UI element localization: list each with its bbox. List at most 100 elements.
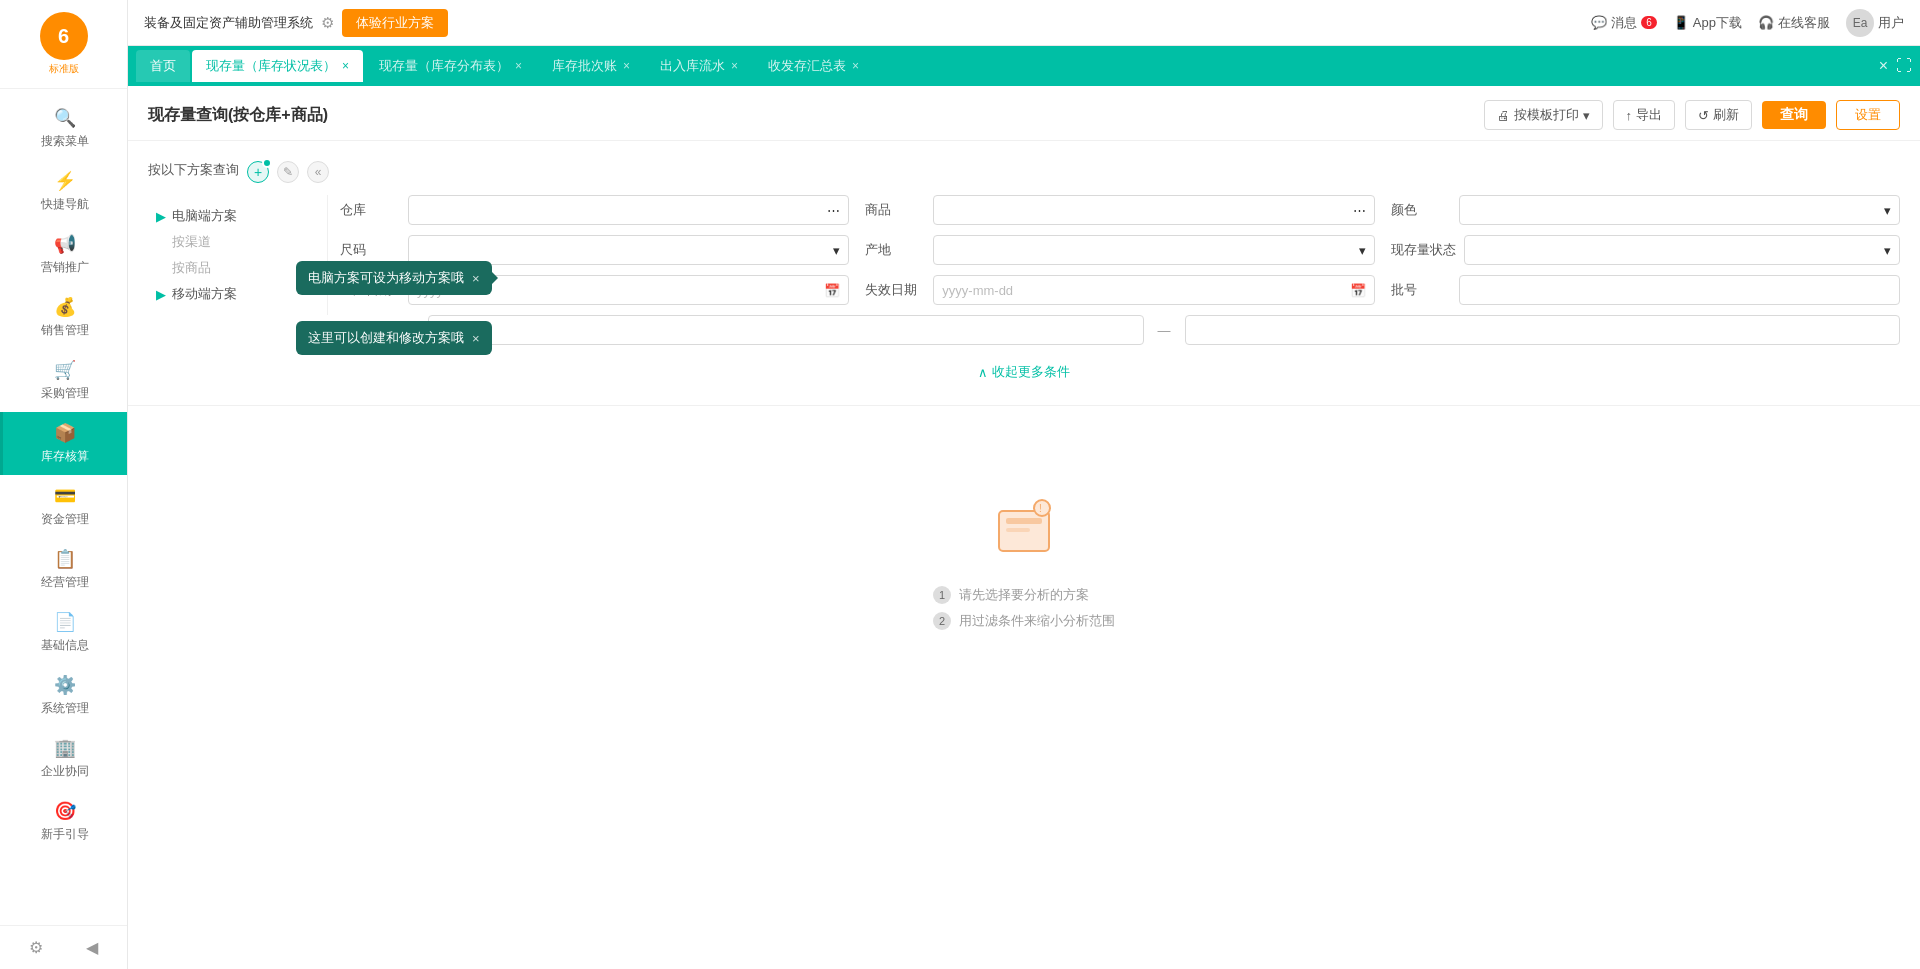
collapse-sidebar-icon[interactable]: ◀ (86, 938, 98, 957)
headset-icon: 🎧 (1758, 15, 1774, 30)
inventory-status-select[interactable]: ▾ (1464, 235, 1900, 265)
batch-input[interactable] (1459, 275, 1900, 305)
color-select[interactable]: ▾ (1459, 195, 1900, 225)
system-name: 装备及固定资产辅助管理系统 (144, 14, 313, 32)
empty-tip-1: 1 请先选择要分析的方案 (933, 586, 1115, 604)
scheme-dot-indicator (262, 158, 272, 168)
svg-rect-2 (1006, 528, 1030, 532)
sidebar-item-sales[interactable]: 💰销售管理 (0, 286, 127, 349)
enterprise-icon: 🏢 (54, 737, 76, 759)
empty-tip-2: 2 用过滤条件来缩小分析范围 (933, 612, 1115, 630)
goods-select[interactable]: ⋯ (933, 195, 1374, 225)
search-button[interactable]: 查询 (1762, 101, 1826, 129)
sidebar-bottom: ⚙ ◀ (0, 925, 127, 969)
sidebar-item-marketing[interactable]: 📢营销推广 (0, 223, 127, 286)
sidebar-item-guide[interactable]: 🎯新手引导 (0, 790, 127, 853)
tab-close-flow[interactable]: × (731, 59, 738, 73)
sidebar-item-purchase[interactable]: 🛒采购管理 (0, 349, 127, 412)
settings-icon[interactable]: ⚙ (29, 938, 43, 957)
empty-illustration: ! (984, 486, 1064, 566)
tab-inventory-dist[interactable]: 现存量（库存分布表） × (365, 50, 536, 82)
inventory-main-max-input[interactable] (1185, 315, 1901, 345)
origin-select[interactable]: ▾ (933, 235, 1374, 265)
scheme-sub-item-pc-1[interactable]: 按渠道 (172, 229, 319, 255)
expand-icon-mobile: ▶ (156, 287, 166, 302)
page-actions: 🖨 按模板打印 ▾ ↑ 导出 ↺ 刷新 查询 设置 (1484, 100, 1901, 130)
tabs-bar: 首页 现存量（库存状况表） × 现存量（库存分布表） × 库存批次账 × 出入库… (128, 46, 1920, 86)
tabs-right-controls: × ⛶ (1879, 57, 1912, 75)
scheme-tree-panel: ▶ 电脑端方案 按渠道 按商品 ▶ 移动端方案 (148, 195, 328, 315)
sidebar: 6 标准版 🔍搜索菜单⚡快捷导航📢营销推广💰销售管理🛒采购管理📦库存核算💳资金管… (0, 0, 128, 969)
sidebar-item-quick-nav[interactable]: ⚡快捷导航 (0, 160, 127, 223)
edit-scheme-button[interactable]: ✎ (277, 161, 299, 183)
tab-close-inventory-status[interactable]: × (342, 59, 349, 73)
batch-label: 批号 (1391, 281, 1451, 299)
calendar-icon[interactable]: 📅 (824, 283, 840, 298)
filter-origin: 产地 ▾ (865, 235, 1374, 265)
refresh-button[interactable]: ↺ 刷新 (1685, 100, 1752, 130)
guide-icon: 🎯 (54, 800, 76, 822)
sidebar-item-operations[interactable]: 📋经营管理 (0, 538, 127, 601)
sidebar-item-inventory[interactable]: 📦库存核算 (0, 412, 127, 475)
tab-close-batch[interactable]: × (623, 59, 630, 73)
page-title: 现存量查询(按仓库+商品) (148, 105, 328, 126)
user-button[interactable]: Ea 用户 (1846, 9, 1904, 37)
refresh-icon: ↺ (1698, 108, 1709, 123)
expire-date-input[interactable]: yyyy-mm-dd 📅 (933, 275, 1374, 305)
purchase-icon: 🛒 (54, 359, 76, 381)
sidebar-item-search[interactable]: 🔍搜索菜单 (0, 97, 127, 160)
tooltip-close-1[interactable]: × (472, 271, 480, 286)
sidebar-item-basic[interactable]: 📄基础信息 (0, 601, 127, 664)
export-button[interactable]: ↑ 导出 (1613, 100, 1676, 130)
collapse-conditions-button[interactable]: ∧ 收起更多条件 (148, 355, 1900, 389)
size-label: 尺码 (340, 241, 400, 259)
tab-home[interactable]: 首页 (136, 50, 190, 82)
export-icon: ↑ (1626, 108, 1633, 123)
quick-nav-icon: ⚡ (54, 170, 76, 192)
tab-receive-send[interactable]: 收发存汇总表 × (754, 50, 873, 82)
tip-number-2: 2 (933, 612, 951, 630)
svg-text:!: ! (1039, 503, 1042, 514)
tab-inventory-status[interactable]: 现存量（库存状况表） × (192, 50, 363, 82)
close-all-tabs-icon[interactable]: × (1879, 57, 1888, 75)
scheme-item-pc[interactable]: ▶ 电脑端方案 (156, 203, 319, 229)
sidebar-logo: 6 标准版 (0, 0, 127, 89)
fullscreen-icon[interactable]: ⛶ (1896, 57, 1912, 75)
trial-button[interactable]: 体验行业方案 (342, 9, 448, 37)
sidebar-item-enterprise[interactable]: 🏢企业协同 (0, 727, 127, 790)
sidebar-nav: 🔍搜索菜单⚡快捷导航📢营销推广💰销售管理🛒采购管理📦库存核算💳资金管理📋经营管理… (0, 89, 127, 925)
app-download-button[interactable]: 📱 App下载 (1673, 14, 1742, 32)
header-left: 装备及固定资产辅助管理系统 ⚙ 体验行业方案 (144, 9, 448, 37)
header: 装备及固定资产辅助管理系统 ⚙ 体验行业方案 💬 消息 6 📱 App下载 🎧 … (128, 0, 1920, 46)
warehouse-select[interactable]: ⋯ (408, 195, 849, 225)
tab-close-inventory-dist[interactable]: × (515, 59, 522, 73)
inventory-main-min-input[interactable] (428, 315, 1144, 345)
filter-expire-date: 失效日期 yyyy-mm-dd 📅 (865, 275, 1374, 305)
filter-color: 颜色 ▾ (1391, 195, 1900, 225)
tab-batch[interactable]: 库存批次账 × (538, 50, 644, 82)
main-content: 现存量查询(按仓库+商品) 🖨 按模板打印 ▾ ↑ 导出 ↺ 刷新 查询 设置 (128, 86, 1920, 969)
set-button[interactable]: 设置 (1836, 100, 1900, 130)
online-support-button[interactable]: 🎧 在线客服 (1758, 14, 1830, 32)
tooltip-close-2[interactable]: × (472, 331, 480, 346)
filter-inventory-status: 现存量状态 ▾ (1391, 235, 1900, 265)
tab-close-receive-send[interactable]: × (852, 59, 859, 73)
marketing-icon: 📢 (54, 233, 76, 255)
sidebar-item-finance[interactable]: 💳资金管理 (0, 475, 127, 538)
scheme-item-mobile[interactable]: ▶ 移动端方案 (156, 281, 319, 307)
avatar: Ea (1846, 9, 1874, 37)
calendar-icon-2[interactable]: 📅 (1350, 283, 1366, 298)
expand-icon-pc: ▶ (156, 209, 166, 224)
content-area: 现存量查询(按仓库+商品) 🖨 按模板打印 ▾ ↑ 导出 ↺ 刷新 查询 设置 (128, 86, 1920, 969)
expire-date-label: 失效日期 (865, 281, 925, 299)
back-scheme-button[interactable]: « (307, 161, 329, 183)
tip-number-1: 1 (933, 586, 951, 604)
messages-button[interactable]: 💬 消息 6 (1591, 14, 1657, 32)
color-label: 颜色 (1391, 201, 1451, 219)
sidebar-item-system[interactable]: ⚙️系统管理 (0, 664, 127, 727)
gear-icon[interactable]: ⚙ (321, 14, 334, 32)
logo-icon: 6 (40, 12, 88, 60)
print-button[interactable]: 🖨 按模板打印 ▾ (1484, 100, 1603, 130)
filter-warehouse: 仓库 ⋯ (340, 195, 849, 225)
tab-flow[interactable]: 出入库流水 × (646, 50, 752, 82)
